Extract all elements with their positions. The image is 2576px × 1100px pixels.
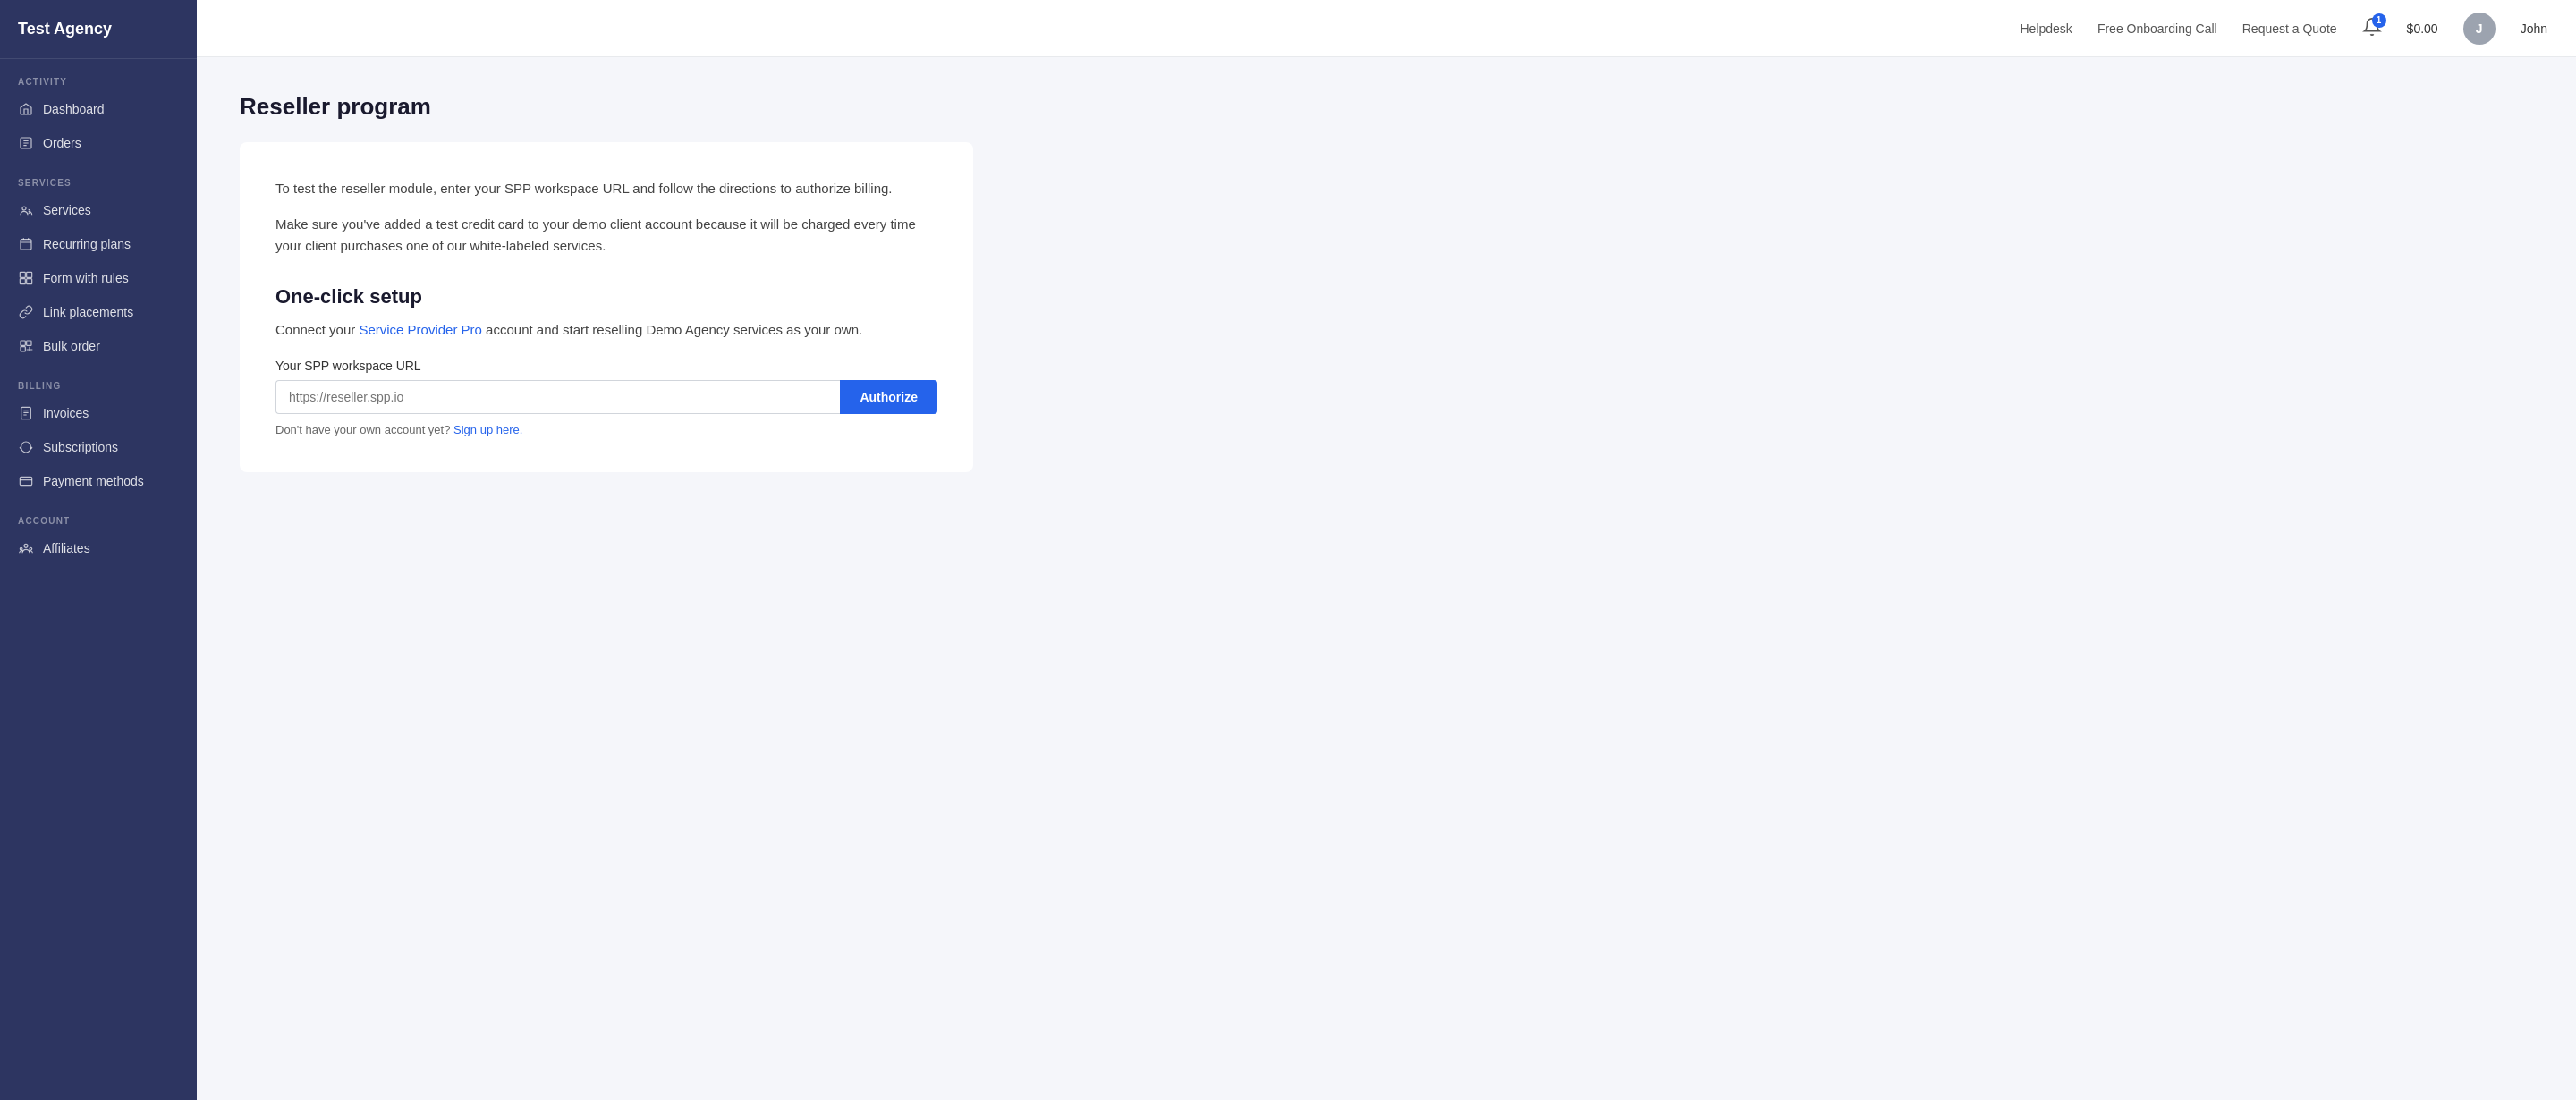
sidebar-item-invoices-label: Invoices xyxy=(43,406,89,420)
svg-rect-5 xyxy=(20,279,25,284)
sidebar-item-invoices[interactable]: Invoices xyxy=(0,396,197,430)
workspace-url-input[interactable] xyxy=(275,380,840,414)
svg-rect-4 xyxy=(27,272,32,277)
affiliates-icon xyxy=(18,540,34,556)
link-icon xyxy=(18,304,34,320)
onboarding-call-link[interactable]: Free Onboarding Call xyxy=(2097,21,2217,36)
setup-title: One-click setup xyxy=(275,285,937,309)
reseller-card: To test the reseller module, enter your … xyxy=(240,142,973,472)
account-balance: $0.00 xyxy=(2407,21,2438,36)
page-title: Reseller program xyxy=(240,93,2533,121)
sidebar-item-dashboard[interactable]: Dashboard xyxy=(0,92,197,126)
sidebar-item-form-with-rules-label: Form with rules xyxy=(43,271,129,285)
connect-text: Connect your Service Provider Pro accoun… xyxy=(275,319,937,341)
connect-text-before: Connect your xyxy=(275,322,359,337)
sidebar-item-services-label: Services xyxy=(43,203,91,217)
main-content: Helpdesk Free Onboarding Call Request a … xyxy=(197,0,2576,1100)
signup-text: Don't have your own account yet? Sign up… xyxy=(275,423,937,436)
sidebar-item-payment-methods[interactable]: Payment methods xyxy=(0,464,197,498)
url-field-label: Your SPP workspace URL xyxy=(275,359,937,373)
svg-rect-3 xyxy=(20,272,25,277)
svg-rect-8 xyxy=(27,341,31,345)
sidebar-item-link-placements-label: Link placements xyxy=(43,305,133,319)
sidebar-item-payment-methods-label: Payment methods xyxy=(43,474,144,488)
orders-icon xyxy=(18,135,34,151)
info-paragraph-1: To test the reseller module, enter your … xyxy=(275,178,937,199)
sidebar-section-activity: ACTIVITY xyxy=(0,59,197,92)
sidebar-section-services: SERVICES xyxy=(0,160,197,193)
sidebar-item-affiliates[interactable]: Affiliates xyxy=(0,531,197,565)
svg-point-12 xyxy=(24,544,28,547)
sidebar-item-orders[interactable]: Orders xyxy=(0,126,197,160)
bulk-icon xyxy=(18,338,34,354)
sidebar-item-recurring-plans-label: Recurring plans xyxy=(43,237,131,251)
helpdesk-link[interactable]: Helpdesk xyxy=(2021,21,2072,36)
signup-before: Don't have your own account yet? xyxy=(275,423,453,436)
sidebar-item-subscriptions-label: Subscriptions xyxy=(43,440,118,454)
sidebar-section-account: ACCOUNT xyxy=(0,498,197,531)
home-icon xyxy=(18,101,34,117)
form-icon xyxy=(18,270,34,286)
payment-icon xyxy=(18,473,34,489)
sidebar-item-form-with-rules[interactable]: Form with rules xyxy=(0,261,197,295)
username: John xyxy=(2521,21,2547,36)
signup-link[interactable]: Sign up here. xyxy=(453,423,522,436)
url-input-row: Authorize xyxy=(275,380,937,414)
sidebar-item-subscriptions[interactable]: Subscriptions xyxy=(0,430,197,464)
sidebar-item-bulk-order-label: Bulk order xyxy=(43,339,100,353)
sidebar: Test Agency ACTIVITY Dashboard Orders SE… xyxy=(0,0,197,1100)
sidebar-item-link-placements[interactable]: Link placements xyxy=(0,295,197,329)
app-logo: Test Agency xyxy=(0,0,197,59)
avatar: J xyxy=(2463,13,2496,45)
notification-badge: 1 xyxy=(2372,13,2386,28)
svg-rect-10 xyxy=(21,407,31,419)
sidebar-section-billing: BILLING xyxy=(0,363,197,396)
authorize-button[interactable]: Authorize xyxy=(840,380,937,414)
svg-point-14 xyxy=(30,547,32,550)
sidebar-item-bulk-order[interactable]: Bulk order xyxy=(0,329,197,363)
services-icon xyxy=(18,202,34,218)
sidebar-item-services[interactable]: Services xyxy=(0,193,197,227)
notification-bell[interactable]: 1 xyxy=(2362,17,2382,40)
info-paragraph-2: Make sure you've added a test credit car… xyxy=(275,214,937,257)
page-body: Reseller program To test the reseller mo… xyxy=(197,57,2576,1100)
sidebar-item-affiliates-label: Affiliates xyxy=(43,541,90,555)
connect-text-after: account and start reselling Demo Agency … xyxy=(482,322,862,337)
subscriptions-icon xyxy=(18,439,34,455)
svg-point-1 xyxy=(22,207,26,210)
svg-rect-7 xyxy=(21,341,25,345)
invoice-icon xyxy=(18,405,34,421)
sidebar-item-orders-label: Orders xyxy=(43,136,81,150)
svg-rect-9 xyxy=(21,347,25,351)
topnav: Helpdesk Free Onboarding Call Request a … xyxy=(197,0,2576,57)
request-quote-link[interactable]: Request a Quote xyxy=(2242,21,2337,36)
svg-rect-2 xyxy=(21,240,31,250)
sidebar-item-recurring-plans[interactable]: Recurring plans xyxy=(0,227,197,261)
svg-point-13 xyxy=(20,547,22,550)
svg-rect-6 xyxy=(27,279,32,284)
recurring-icon xyxy=(18,236,34,252)
service-provider-pro-link[interactable]: Service Provider Pro xyxy=(359,322,482,337)
svg-rect-11 xyxy=(20,477,31,485)
sidebar-item-dashboard-label: Dashboard xyxy=(43,102,105,116)
